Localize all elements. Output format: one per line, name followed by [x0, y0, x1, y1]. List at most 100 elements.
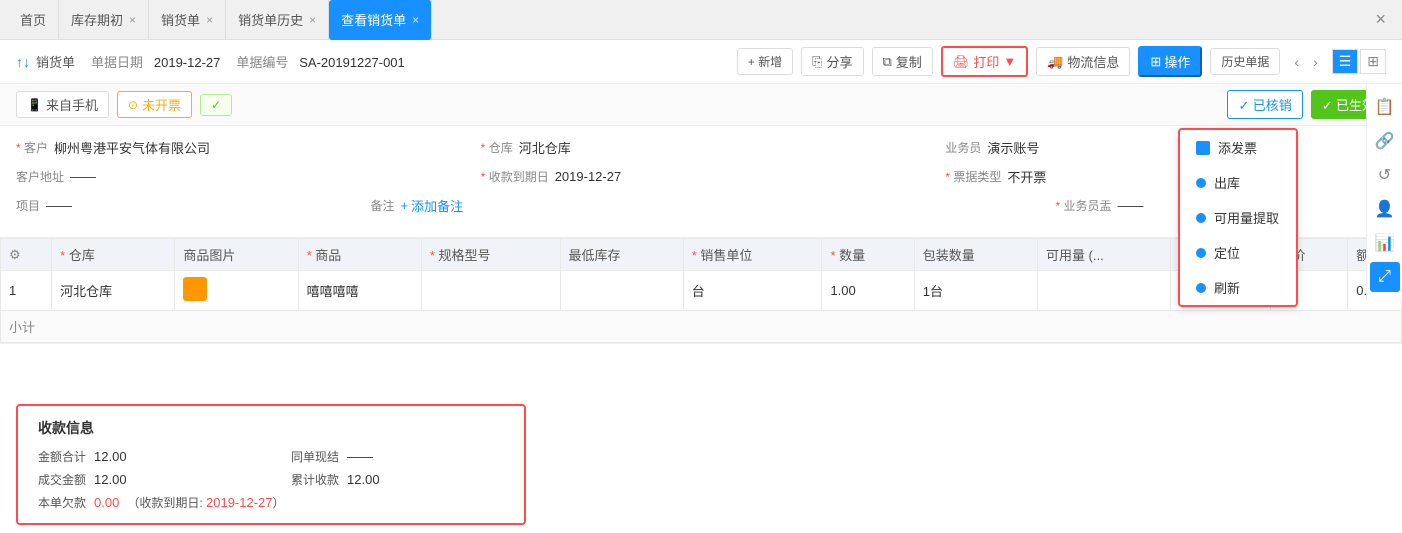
tab-inventory-close[interactable]: × — [129, 13, 136, 27]
logistics-button[interactable]: 🚚 物流信息 — [1036, 47, 1130, 76]
row-product-img — [175, 271, 298, 311]
customer-label: 客户 — [16, 139, 48, 156]
grid-view-button[interactable]: ⊞ — [1360, 49, 1386, 74]
tab-home-label: 首页 — [20, 10, 46, 29]
list-view-button[interactable]: ☰ — [1332, 49, 1359, 74]
copy-button[interactable]: ⧉ 复制 — [872, 47, 933, 76]
payment-grid: 金额合计 12.00 同单现结 —— 成交金额 12.00 累计收款 12.00… — [38, 448, 504, 511]
date-label: 单据日期 2019-12-27 — [91, 52, 220, 71]
operation-label: 操作 — [1164, 52, 1190, 71]
operation-button[interactable]: ⊞ 操作 — [1138, 46, 1202, 77]
row-sales-unit: 台 — [683, 271, 822, 311]
address-field: 客户地址 —— — [16, 168, 457, 185]
share-button[interactable]: ⎘ 分享 — [801, 47, 863, 76]
tab-home[interactable]: 首页 — [8, 0, 59, 40]
row-min-stock — [560, 271, 683, 311]
product-image — [183, 277, 207, 301]
col-quantity: 数量 — [822, 239, 914, 271]
window-close-button[interactable]: × — [1367, 9, 1394, 30]
transaction-value: 12.00 — [94, 472, 127, 487]
address-label: 客户地址 — [16, 168, 64, 185]
sales-rep-value: —— — [1118, 198, 1144, 213]
tab-sales-close[interactable]: × — [206, 13, 213, 27]
operation-grid-icon: ⊞ — [1150, 54, 1161, 70]
unchecked-button[interactable]: ⊙ 未开票 — [117, 91, 192, 118]
sidebar-doc-icon[interactable]: 📋 — [1370, 92, 1400, 122]
history-records-button[interactable]: 历史单据 — [1210, 48, 1280, 75]
sidebar-expand-icon[interactable]: ⤢ — [1370, 262, 1400, 292]
overdue-date: 2019-12-27 — [206, 495, 273, 510]
unchecked-label: 未开票 — [142, 95, 181, 114]
tab-history-close[interactable]: × — [309, 13, 316, 27]
tab-history-label: 销货单历史 — [238, 10, 303, 29]
tab-sales-label: 销货单 — [161, 10, 200, 29]
payment-date-value[interactable]: 2019-12-27 — [555, 169, 622, 184]
add-remark-label: 添加备注 — [411, 196, 463, 215]
document-header: ↑↓ 销货单 单据日期 2019-12-27 单据编号 SA-20191227-… — [0, 40, 1402, 84]
print-label: 打印 — [973, 52, 999, 71]
next-button[interactable]: › — [1307, 51, 1324, 73]
remark-label: 备注 — [371, 197, 395, 214]
staff-field: 业务员 演示账号 — [945, 138, 1386, 157]
document-meta: 单据日期 2019-12-27 单据编号 SA-20191227-001 — [91, 52, 405, 71]
plus-icon: + — [401, 198, 409, 213]
staff-label: 业务员 — [945, 139, 981, 156]
view-toggle: ☰ ⊞ — [1332, 49, 1386, 74]
checked-button[interactable]: ✓ — [200, 94, 232, 116]
available-qty-label: 可用量提取 — [1214, 208, 1279, 227]
cumulative-value: 12.00 — [347, 472, 380, 487]
available-qty-item[interactable]: 可用量提取 — [1180, 200, 1296, 235]
col-warehouse: 仓库 — [52, 239, 175, 271]
share-label: 分享 — [826, 52, 852, 71]
invoice-icon — [1196, 141, 1210, 155]
warehouse-label: 仓库 — [481, 139, 513, 156]
ship-item[interactable]: 出库 — [1180, 165, 1296, 200]
ticket-type-value[interactable]: 不开票 — [1007, 167, 1046, 186]
sidebar-chart-icon[interactable]: 📊 — [1370, 228, 1400, 258]
row-index: 1 — [1, 271, 52, 311]
warehouse-value[interactable]: 河北仓库 — [519, 138, 571, 157]
unchecked-icon: ⊙ — [128, 98, 138, 112]
number-label: 单据编号 SA-20191227-001 — [236, 52, 404, 71]
overdue-value: 0.00 — [94, 495, 119, 510]
tab-view-sales[interactable]: 查看销货单 × — [329, 0, 432, 40]
locate-item[interactable]: 定位 — [1180, 235, 1296, 270]
cancelled-button[interactable]: ✓ 已核销 — [1227, 90, 1302, 119]
customer-value[interactable]: 柳州粤港平安气体有限公司 — [54, 138, 210, 157]
sidebar-user-icon[interactable]: 👤 — [1370, 194, 1400, 224]
ticket-type-label: 票据类型 — [945, 168, 1001, 185]
col-spec: 规格型号 — [421, 239, 560, 271]
nav-arrows: ‹ › — [1288, 51, 1323, 73]
refresh-item[interactable]: 刷新 — [1180, 270, 1296, 305]
document-title: 销货单 — [36, 52, 75, 71]
print-button[interactable]: 🖨 打印 ▼ — [941, 46, 1028, 77]
tab-sales[interactable]: 销货单 × — [149, 0, 226, 40]
sidebar-link-icon[interactable]: 🔗 — [1370, 126, 1400, 156]
tab-inventory[interactable]: 库存期初 × — [59, 0, 149, 40]
payment-info: 收款信息 金额合计 12.00 同单现结 —— 成交金额 12.00 累计收款 … — [16, 404, 526, 525]
prev-button[interactable]: ‹ — [1288, 51, 1305, 73]
total-amount-row: 金额合计 12.00 — [38, 448, 251, 465]
payment-date-label: 收款到期日 — [481, 168, 549, 185]
row-pkg-qty: 1台 — [914, 271, 1037, 311]
transaction-row: 成交金额 12.00 — [38, 471, 251, 488]
copy-icon: ⧉ — [883, 54, 892, 70]
refresh-label: 刷新 — [1214, 278, 1240, 297]
add-remark-button[interactable]: + 添加备注 — [401, 196, 464, 215]
col-available: 可用量 (... — [1037, 239, 1171, 271]
col-product: 商品 — [298, 239, 421, 271]
tab-history[interactable]: 销货单历史 × — [226, 0, 329, 40]
add-invoice-item[interactable]: 添发票 — [1180, 130, 1296, 165]
tab-view-sales-close[interactable]: × — [412, 13, 419, 27]
share-icon: ⎘ — [812, 54, 822, 70]
row-quantity: 1.00 — [822, 271, 914, 311]
sidebar-return-icon[interactable]: ↺ — [1370, 160, 1400, 190]
add-button[interactable]: + 新增 — [737, 48, 793, 75]
staff-value: 演示账号 — [987, 138, 1039, 157]
from-phone-button[interactable]: 📱 来自手机 — [16, 91, 109, 118]
same-order-value: —— — [347, 449, 373, 464]
col-product-img: 商品图片 — [175, 239, 298, 271]
sub-toolbar: 📱 来自手机 ⊙ 未开票 ✓ ✓ 已核销 ✓ 已生效 — [0, 84, 1402, 126]
same-order-row: 同单现结 —— — [291, 448, 504, 465]
tab-inventory-label: 库存期初 — [71, 10, 123, 29]
